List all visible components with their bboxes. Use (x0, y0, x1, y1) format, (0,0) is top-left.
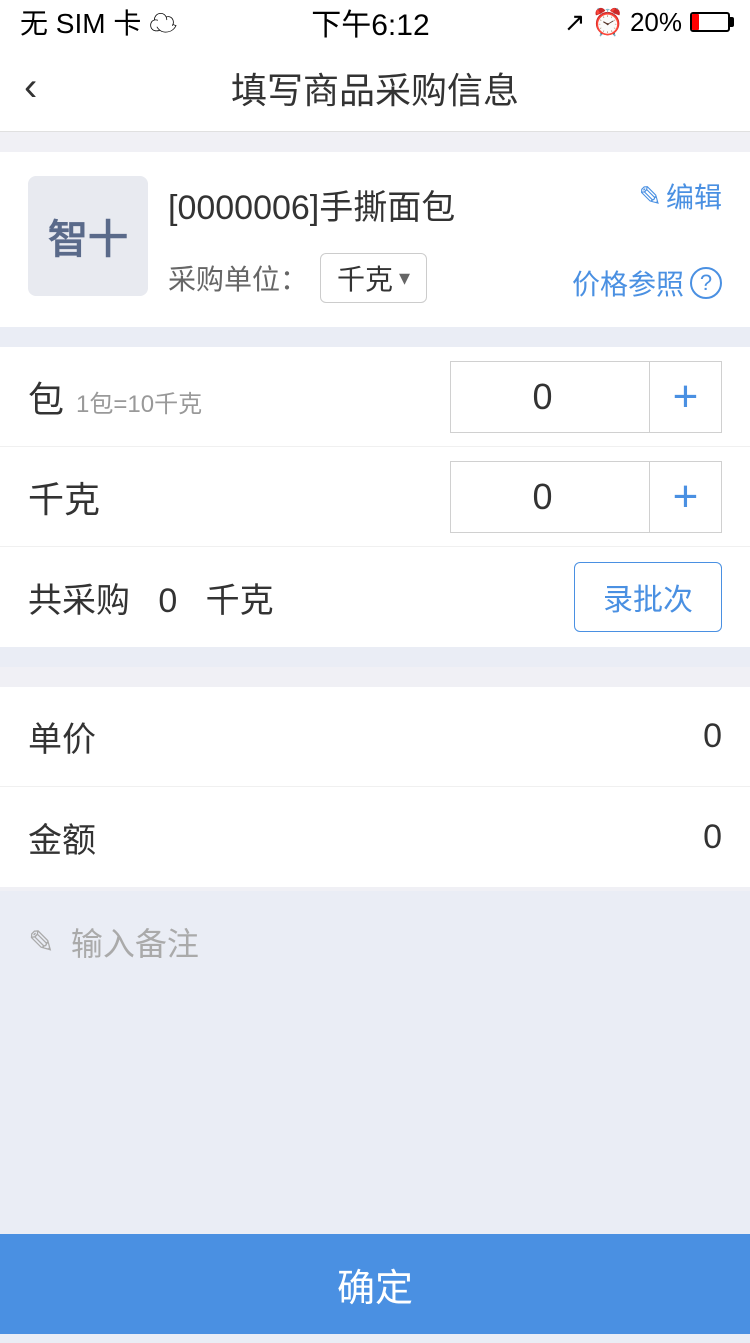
qty-row-bao: 包 1包=10千克 + (0, 347, 750, 447)
sim-status: 无 SIM 卡 ☁ (20, 2, 177, 42)
amount-label: 金额 (28, 813, 96, 862)
qty-input-kg[interactable] (450, 461, 650, 533)
quantity-section: 包 1包=10千克 + 千克 + (0, 347, 750, 547)
qty-label-bao-sub: 1包=10千克 (76, 384, 202, 419)
divider-1 (0, 327, 750, 347)
confirm-button[interactable]: 确定 (0, 1234, 750, 1334)
price-ref-label: 价格参照 (572, 263, 684, 303)
note-section[interactable]: ✎ 输入备注 (0, 891, 750, 993)
qty-label-bao: 包 1包=10千克 (28, 371, 450, 423)
unit-price-label: 单价 (28, 712, 96, 761)
qty-input-bao[interactable] (450, 361, 650, 433)
edit-label: 编辑 (666, 176, 722, 216)
unit-dropdown[interactable]: 千克 ▾ (320, 253, 427, 303)
status-bar-time: 下午6:12 (311, 0, 429, 44)
qty-input-group-bao: + (450, 361, 722, 433)
unit-value: 千克 (337, 258, 393, 298)
price-section: 单价 0 金额 0 (0, 687, 750, 887)
alarm-icon: ⏰ (592, 7, 624, 38)
summary-prefix: 共采购 (28, 582, 130, 620)
status-bar-left: 无 SIM 卡 ☁ (20, 2, 177, 42)
qty-row-kg: 千克 + (0, 447, 750, 547)
product-logo: 智十 (48, 207, 128, 265)
product-image: 智十 (28, 176, 148, 296)
price-ref-icon: ? (690, 267, 722, 299)
note-icon: ✎ (28, 923, 55, 961)
qty-plus-kg[interactable]: + (650, 461, 722, 533)
location-icon: ↗ (564, 7, 586, 38)
battery-icon (690, 12, 730, 32)
product-card: 智十 [0000006]手撕面包 采购单位： 千克 ▾ ✎ 编辑 价格参照 ? (0, 152, 750, 327)
divider-2 (0, 647, 750, 667)
summary-text: 共采购 0 千克 (28, 573, 274, 622)
nav-bar: ‹ 填写商品采购信息 (0, 44, 750, 132)
back-button[interactable]: ‹ (24, 65, 37, 110)
amount-row: 金额 0 (0, 787, 750, 887)
status-bar: 无 SIM 卡 ☁ 下午6:12 ↗ ⏰ 20% (0, 0, 750, 44)
unit-price-row: 单价 0 (0, 687, 750, 787)
unit-label: 采购单位： (168, 258, 308, 298)
summary-row: 共采购 0 千克 录批次 (0, 547, 750, 647)
dropdown-arrow: ▾ (399, 265, 410, 291)
qty-label-bao-main: 包 (28, 371, 64, 423)
edit-button[interactable]: ✎ 编辑 (639, 176, 722, 216)
unit-price-value: 0 (703, 717, 722, 756)
edit-icon: ✎ (639, 180, 662, 213)
page-title: 填写商品采购信息 (231, 62, 519, 114)
summary-unit: 千克 (206, 582, 274, 620)
qty-label-kg: 千克 (28, 471, 450, 523)
note-placeholder: 输入备注 (71, 919, 199, 965)
status-bar-right: ↗ ⏰ 20% (564, 7, 730, 38)
qty-input-group-kg: + (450, 461, 722, 533)
batch-button[interactable]: 录批次 (574, 562, 722, 632)
price-ref-button[interactable]: 价格参照 ? (572, 263, 722, 303)
summary-value: 0 (158, 582, 177, 620)
amount-value: 0 (703, 818, 722, 857)
battery-text: 20% (630, 7, 682, 38)
qty-plus-bao[interactable]: + (650, 361, 722, 433)
qty-label-kg-main: 千克 (28, 471, 100, 523)
